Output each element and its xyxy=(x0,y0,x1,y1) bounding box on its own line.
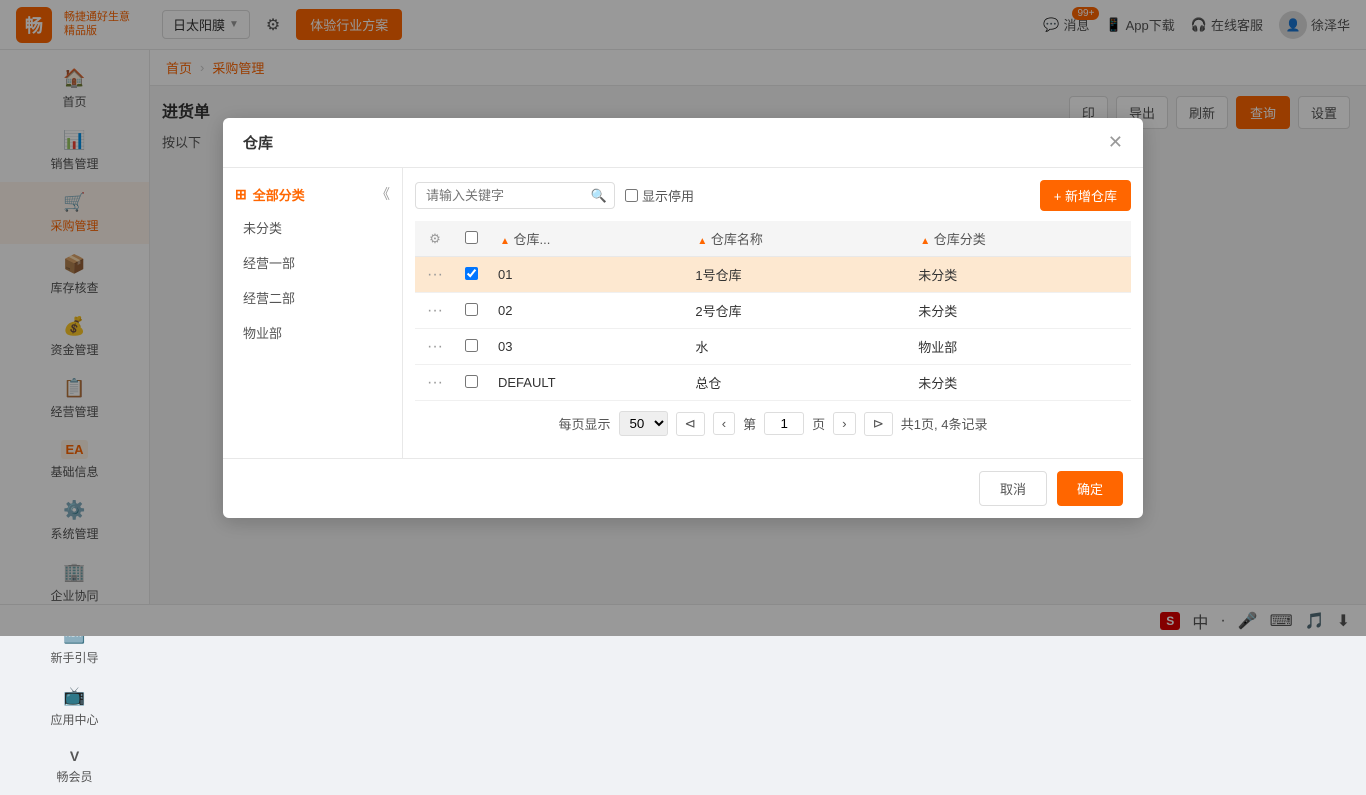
category-tree: ⊞ 全部分类 《 未分类 经营一部 经营二部 物业部 xyxy=(223,168,403,458)
tree-item-property[interactable]: 物业部 xyxy=(223,315,402,350)
per-page-select[interactable]: 50 xyxy=(619,411,668,436)
checkbox-column-header xyxy=(455,221,488,257)
tree-item-dept2[interactable]: 经营二部 xyxy=(223,280,402,315)
row-code: 03 xyxy=(488,329,685,365)
collapse-icon[interactable]: 《 xyxy=(376,184,390,204)
row-code: 01 xyxy=(488,257,685,293)
settings-column-header: ⚙ xyxy=(415,221,455,257)
dialog-title: 仓库 xyxy=(243,132,273,153)
apps-icon: 📺 xyxy=(63,686,85,707)
row-code: 02 xyxy=(488,293,685,329)
sort-icon: ▲ xyxy=(500,236,510,247)
search-wrapper: 🔍 xyxy=(415,182,615,209)
row-category: 未分类 xyxy=(908,365,1131,401)
row-category: 未分类 xyxy=(908,257,1131,293)
modal-overlay: 仓库 ✕ ⊞ 全部分类 《 未分类 经营一部 经营二部 物业部 xyxy=(0,0,1366,636)
row-category: 物业部 xyxy=(908,329,1131,365)
last-page-button[interactable]: ⊳ xyxy=(864,412,893,436)
row-name: 2号仓库 xyxy=(685,293,908,329)
row-checkbox[interactable] xyxy=(455,257,488,293)
category-sort-icon: ▲ xyxy=(920,236,930,247)
row-code: DEFAULT xyxy=(488,365,685,401)
dialog-footer: 取消 确定 xyxy=(223,458,1143,518)
sidebar-item-vip[interactable]: V 畅会员 xyxy=(0,738,149,795)
dialog-body: ⊞ 全部分类 《 未分类 经营一部 经营二部 物业部 🔍 xyxy=(223,168,1143,458)
next-page-button[interactable]: › xyxy=(833,412,855,435)
table-row[interactable]: ··· 01 1号仓库 未分类 xyxy=(415,257,1131,293)
dialog-header: 仓库 ✕ xyxy=(223,118,1143,168)
name-column-header: ▲ 仓库名称 xyxy=(685,221,908,257)
row-ellipsis[interactable]: ··· xyxy=(415,293,455,329)
row-ellipsis[interactable]: ··· xyxy=(415,329,455,365)
vip-icon: V xyxy=(70,748,79,764)
row-ellipsis[interactable]: ··· xyxy=(415,365,455,401)
warehouse-dialog: 仓库 ✕ ⊞ 全部分类 《 未分类 经营一部 经营二部 物业部 xyxy=(223,118,1143,518)
table-row[interactable]: ··· DEFAULT 总仓 未分类 xyxy=(415,365,1131,401)
table-toolbar: 🔍 显示停用 + 新增仓库 xyxy=(415,180,1131,211)
page-number-input[interactable] xyxy=(764,412,804,435)
show-disabled-checkbox[interactable] xyxy=(625,189,638,202)
row-name: 水 xyxy=(685,329,908,365)
search-icon[interactable]: 🔍 xyxy=(591,188,607,204)
first-page-button[interactable]: ⊲ xyxy=(676,412,705,436)
row-name: 1号仓库 xyxy=(685,257,908,293)
row-category: 未分类 xyxy=(908,293,1131,329)
prev-page-button[interactable]: ‹ xyxy=(713,412,735,435)
grid-icon: ⊞ xyxy=(235,186,247,203)
row-checkbox[interactable] xyxy=(455,365,488,401)
row-ellipsis[interactable]: ··· xyxy=(415,257,455,293)
tree-item-unclassified[interactable]: 未分类 xyxy=(223,210,402,245)
table-panel: 🔍 显示停用 + 新增仓库 ⚙ xyxy=(403,168,1143,458)
table-row[interactable]: ··· 02 2号仓库 未分类 xyxy=(415,293,1131,329)
row-checkbox[interactable] xyxy=(455,329,488,365)
tree-item-dept1[interactable]: 经营一部 xyxy=(223,245,402,280)
tree-all-category[interactable]: ⊞ 全部分类 《 xyxy=(223,178,402,210)
table-row[interactable]: ··· 03 水 物业部 xyxy=(415,329,1131,365)
sidebar-item-apps[interactable]: 📺 应用中心 xyxy=(0,676,149,738)
code-column-header: ▲ 仓库... xyxy=(488,221,685,257)
select-all-checkbox[interactable] xyxy=(465,231,478,244)
close-icon[interactable]: ✕ xyxy=(1108,132,1123,153)
search-input[interactable] xyxy=(415,182,615,209)
column-settings-icon[interactable]: ⚙ xyxy=(429,231,441,246)
row-checkbox[interactable] xyxy=(455,293,488,329)
category-column-header: ▲ 仓库分类 xyxy=(908,221,1131,257)
pagination: 每页显示 50 ⊲ ‹ 第 页 › ⊳ 共1页, 4条记录 xyxy=(415,401,1131,446)
cancel-button[interactable]: 取消 xyxy=(979,471,1047,506)
row-name: 总仓 xyxy=(685,365,908,401)
show-disabled-label[interactable]: 显示停用 xyxy=(625,186,694,205)
warehouse-table: ⚙ ▲ 仓库... ▲ 仓库名称 xyxy=(415,221,1131,401)
add-warehouse-button[interactable]: + 新增仓库 xyxy=(1040,180,1131,211)
name-sort-icon: ▲ xyxy=(697,236,707,247)
confirm-button[interactable]: 确定 xyxy=(1057,471,1123,506)
